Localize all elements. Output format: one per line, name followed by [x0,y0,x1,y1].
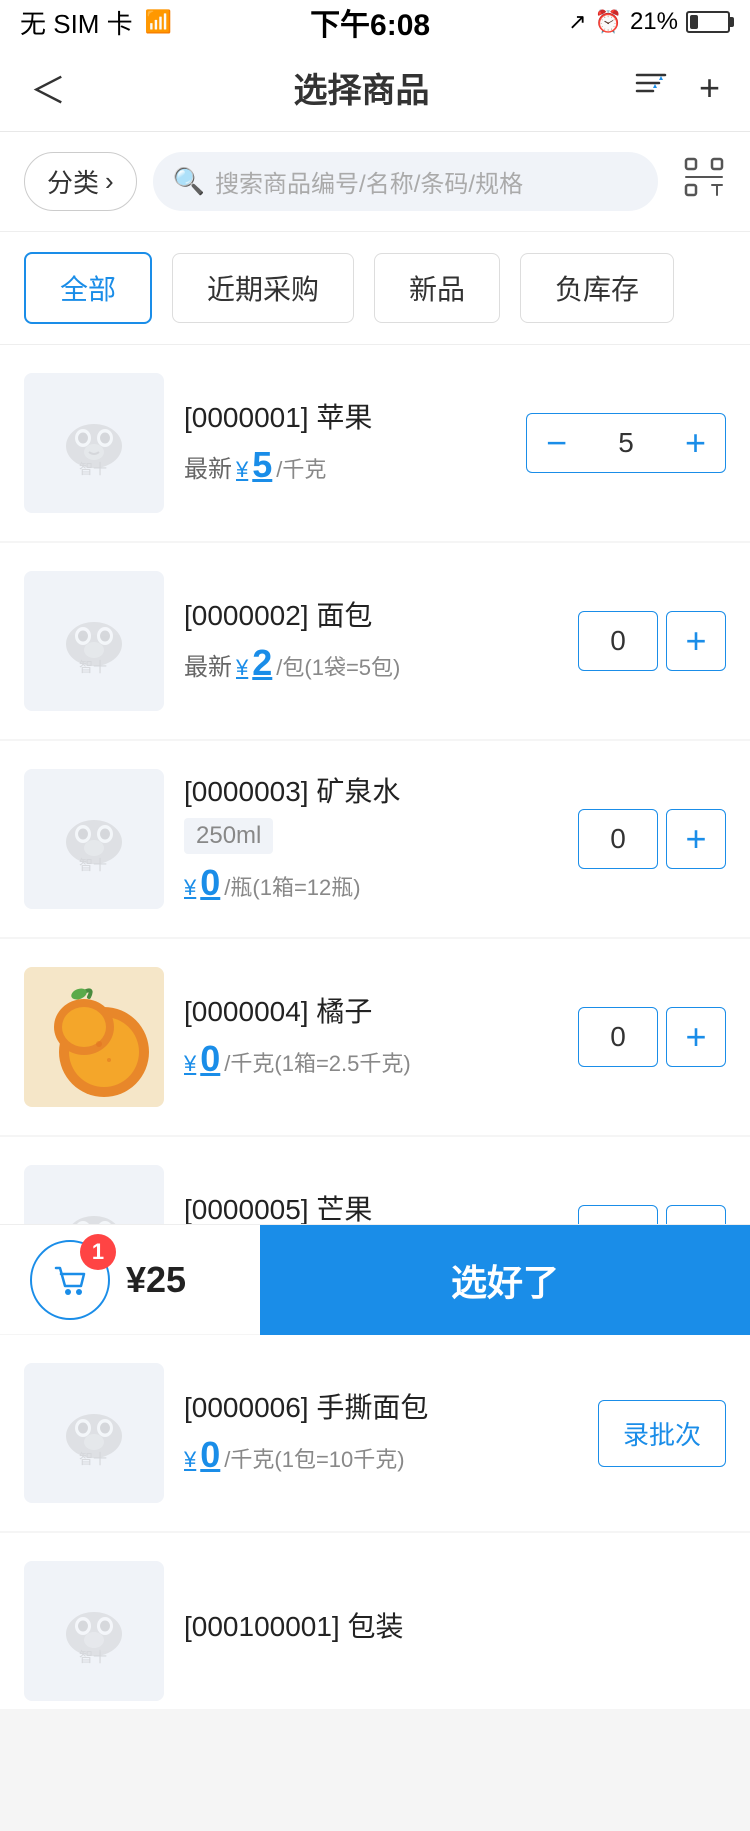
status-left: 无 SIM 卡 📶 [20,4,172,41]
status-right: ↗ ⏰ 21% [568,8,730,36]
alarm-icon: ⏰ [595,9,622,35]
product-info: [0000001] 苹果 最新 ¥ 5 /千克 [184,400,506,486]
cart-icon[interactable]: 1 [30,1240,110,1320]
search-box[interactable]: 🔍 搜索商品编号/名称/条码/规格 [153,152,658,211]
qty-plus-button[interactable]: + [666,413,726,473]
wifi-icon: 📶 [145,9,172,35]
add-button[interactable]: + [699,67,720,109]
status-bar: 无 SIM 卡 📶 下午6:08 ↗ ⏰ 21% [0,0,750,44]
product-thumbnail: 智十 [24,1561,164,1701]
filter-tabs: 全部 近期采购 新品 负库存 [0,232,750,345]
product-thumbnail: 智十 [24,769,164,909]
search-row: 分类 › 🔍 搜索商品编号/名称/条码/规格 [0,132,750,232]
cart-total: ¥25 [126,1259,186,1301]
product-item: 智十 [0000002] 面包 最新 ¥ 2 /包(1袋=5包) + [0,543,750,739]
product-thumbnail: 智十 [24,571,164,711]
filter-icon[interactable] [633,65,669,110]
battery-icon [686,11,730,33]
qty-plus-button[interactable]: + [666,1007,726,1067]
product-price: ¥ 0 /千克(1包=10千克) [184,1434,578,1476]
product-price: ¥ 0 /瓶(1箱=12瓶) [184,862,558,904]
batch-button[interactable]: 录批次 [598,1400,726,1467]
svg-text:智十: 智十 [79,660,107,676]
svg-text:智十: 智十 [79,462,107,478]
product-item: 智十 [0000003] 矿泉水 250ml ¥ 0 /瓶(1箱=12瓶) + [0,741,750,937]
svg-text:智十: 智十 [79,1452,107,1468]
nav-actions: + [633,65,720,110]
cart-section: 1 ¥25 [0,1240,260,1320]
product-name: [0000004] 橘子 [184,994,558,1030]
product-name: [0000005] 芒果 [184,1192,558,1228]
carrier-label: 无 SIM 卡 [20,4,133,41]
qty-control: + [578,611,726,671]
product-item: 智十 [0000006] 手撕面包 ¥ 0 /千克(1包=10千克) 录批次 [0,1335,750,1531]
qty-control: 录批次 [598,1400,726,1467]
qty-input[interactable] [578,1007,658,1067]
qty-input[interactable] [578,809,658,869]
product-info: [0000003] 矿泉水 250ml ¥ 0 /瓶(1箱=12瓶) [184,774,558,904]
svg-text:智十: 智十 [79,1650,107,1666]
product-name: [0000006] 手撕面包 [184,1390,578,1426]
qty-control: + [578,1007,726,1067]
product-item: 智十 [000100001] 包装 [0,1533,750,1709]
bottom-bar: 1 ¥25 选好了 [0,1224,750,1334]
search-icon: 🔍 [173,166,205,197]
confirm-button[interactable]: 选好了 [260,1225,750,1335]
product-spec: 250ml [184,818,273,854]
product-name: [0000003] 矿泉水 [184,774,558,810]
scan-icon[interactable] [674,155,726,208]
product-info: [0000002] 面包 最新 ¥ 2 /包(1袋=5包) [184,598,558,684]
location-icon: ↗ [568,9,586,35]
chevron-right-icon: › [105,166,114,197]
qty-input[interactable] [578,611,658,671]
qty-control: − + [526,413,726,473]
tab-all[interactable]: 全部 [24,252,152,324]
product-price: 最新 ¥ 5 /千克 [184,444,506,486]
product-item: 智十 [0000001] 苹果 最新 ¥ 5 /千克 − + [0,345,750,541]
nav-bar: ＜ 选择商品 + [0,44,750,132]
product-info: [0000004] 橘子 ¥ 0 /千克(1箱=2.5千克) [184,994,558,1080]
battery-percent: 21% [630,8,678,36]
qty-input[interactable] [586,413,666,473]
category-button[interactable]: 分类 › [24,152,137,211]
product-price: ¥ 0 /千克(1箱=2.5千克) [184,1038,558,1080]
status-time: 下午6:08 [310,0,430,44]
product-info: [000100001] 包装 [184,1609,726,1653]
tab-negative[interactable]: 负库存 [520,253,674,323]
page-title: 选择商品 [293,63,429,112]
product-name: [000100001] 包装 [184,1609,726,1645]
product-list: 智十 [0000001] 苹果 最新 ¥ 5 /千克 − + [0,345,750,1831]
cart-badge: 1 [80,1234,116,1270]
product-thumbnail: 智十 [24,373,164,513]
qty-plus-button[interactable]: + [666,611,726,671]
tab-new[interactable]: 新品 [374,253,500,323]
qty-plus-button[interactable]: + [666,809,726,869]
product-price: 最新 ¥ 2 /包(1袋=5包) [184,642,558,684]
svg-text:智十: 智十 [79,858,107,874]
product-thumbnail: 智十 [24,1363,164,1503]
product-info: [0000006] 手撕面包 ¥ 0 /千克(1包=10千克) [184,1390,578,1476]
qty-control: + [578,809,726,869]
product-item: [0000004] 橘子 ¥ 0 /千克(1箱=2.5千克) + [0,939,750,1135]
product-name: [0000002] 面包 [184,598,558,634]
qty-minus-button[interactable]: − [526,413,586,473]
back-button[interactable]: ＜ [30,62,90,114]
product-thumbnail [24,967,164,1107]
product-name: [0000001] 苹果 [184,400,506,436]
search-placeholder: 搜索商品编号/名称/条码/规格 [215,164,523,199]
tab-recent[interactable]: 近期采购 [172,253,354,323]
